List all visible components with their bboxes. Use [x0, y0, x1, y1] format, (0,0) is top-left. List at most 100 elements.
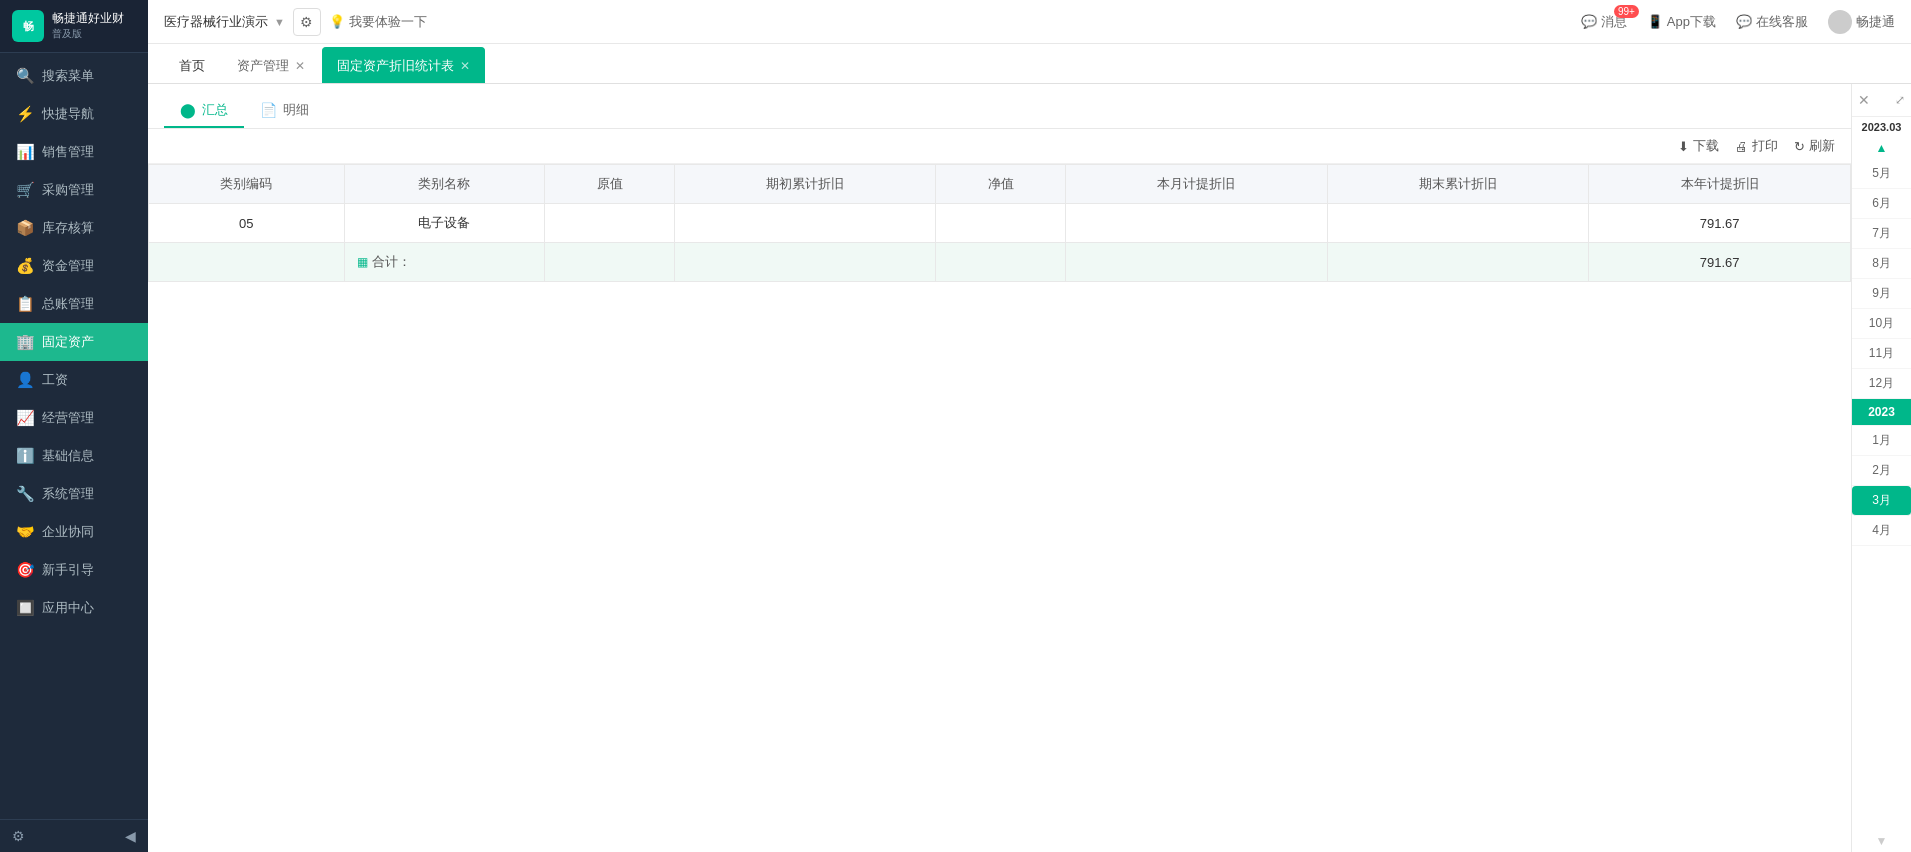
sidebar-item-inventory[interactable]: 📦 库存核算: [0, 209, 148, 247]
date-scroll-up[interactable]: ▲: [1852, 137, 1911, 159]
date-month-9[interactable]: 9月: [1852, 279, 1911, 309]
refresh-icon: ↻: [1794, 139, 1805, 154]
subtab-summary[interactable]: ⬤ 汇总: [164, 94, 244, 128]
settings-icon[interactable]: ⚙: [12, 828, 25, 844]
app-download-label: App下载: [1667, 13, 1716, 31]
subtab-bar: ⬤ 汇总 📄 明细: [148, 84, 1851, 129]
total-monthly: [1066, 243, 1328, 282]
user-menu[interactable]: 畅捷通: [1828, 10, 1895, 34]
sidebar-label-business: 经营管理: [42, 409, 94, 427]
date-month-6[interactable]: 6月: [1852, 189, 1911, 219]
depreciation-table-wrapper: 类别编码 类别名称 原值 期初累计折旧 净值 本月计提折旧 期末累计折旧 本年计…: [148, 164, 1851, 852]
topbar: 医疗器械行业演示 ▼ ⚙ 💡 我要体验一下 💬 消息 99+ 📱 App下载 💬…: [148, 0, 1911, 44]
row-net: [936, 204, 1066, 243]
col-header-original: 原值: [545, 165, 675, 204]
date-month-12[interactable]: 12月: [1852, 369, 1911, 399]
sidebar-item-guide[interactable]: 🎯 新手引导: [0, 551, 148, 589]
row-annual: 791.67: [1589, 204, 1851, 243]
date-month-8[interactable]: 8月: [1852, 249, 1911, 279]
table-header-row: 类别编码 类别名称 原值 期初累计折旧 净值 本月计提折旧 期末累计折旧 本年计…: [149, 165, 1851, 204]
date-panel: ✕ ⤢ 2023.03 ▲ 5月 6月 7月 8月 9月 10月 11月 12月…: [1851, 84, 1911, 852]
trial-button[interactable]: 💡 我要体验一下: [329, 13, 427, 31]
sidebar-logo: 畅 畅捷通好业财 普及版: [0, 0, 148, 53]
tab-fixed-depreciation-close[interactable]: ✕: [460, 59, 470, 73]
service-icon: 💬: [1736, 14, 1752, 29]
main-area: 医疗器械行业演示 ▼ ⚙ 💡 我要体验一下 💬 消息 99+ 📱 App下载 💬…: [148, 0, 1911, 852]
sidebar-item-purchase[interactable]: 🛒 采购管理: [0, 171, 148, 209]
row-original: [545, 204, 675, 243]
sidebar-item-finance[interactable]: 💰 资金管理: [0, 247, 148, 285]
collapse-sidebar-icon[interactable]: ◀: [125, 828, 136, 844]
sidebar-label-fixed-assets: 固定资产: [42, 333, 94, 351]
online-service-button[interactable]: 💬 在线客服: [1736, 13, 1808, 31]
sales-icon: 📊: [16, 143, 34, 161]
sidebar-item-fixed-assets[interactable]: 🏢 固定资产: [0, 323, 148, 361]
subtab-detail[interactable]: 📄 明细: [244, 94, 325, 128]
table-total-row: ▦ 合计： 791.67: [149, 243, 1851, 282]
sidebar-item-cooperation[interactable]: 🤝 企业协同: [0, 513, 148, 551]
sidebar-item-search[interactable]: 🔍 搜索菜单: [0, 57, 148, 95]
sidebar-label-system: 系统管理: [42, 485, 94, 503]
date-month-2[interactable]: 2月: [1852, 456, 1911, 486]
tab-fixed-depreciation[interactable]: 固定资产折旧统计表 ✕: [322, 47, 485, 83]
sidebar-item-app-center[interactable]: 🔲 应用中心: [0, 589, 148, 627]
date-year-label: 2023.03: [1852, 117, 1911, 137]
depreciation-table: 类别编码 类别名称 原值 期初累计折旧 净值 本月计提折旧 期末累计折旧 本年计…: [148, 164, 1851, 282]
refresh-button[interactable]: ↻ 刷新: [1794, 137, 1835, 155]
tab-asset-mgmt[interactable]: 资产管理 ✕: [222, 47, 320, 83]
date-scroll-down[interactable]: ▼: [1852, 830, 1911, 852]
app-center-icon: 🔲: [16, 599, 34, 617]
system-icon: 🔧: [16, 485, 34, 503]
col-header-annual: 本年计提折旧: [1589, 165, 1851, 204]
service-label: 在线客服: [1756, 13, 1808, 31]
date-panel-expand-icon[interactable]: ⤢: [1895, 93, 1905, 107]
date-month-1[interactable]: 1月: [1852, 426, 1911, 456]
total-label-cell: ▦ 合计：: [344, 243, 545, 282]
inventory-icon: 📦: [16, 219, 34, 237]
row-end-cumulative: [1327, 204, 1589, 243]
tab-asset-mgmt-close[interactable]: ✕: [295, 59, 305, 73]
company-settings-button[interactable]: ⚙: [293, 8, 321, 36]
search-icon: 🔍: [16, 67, 34, 85]
app-download-icon: 📱: [1647, 14, 1663, 29]
date-month-7[interactable]: 7月: [1852, 219, 1911, 249]
col-header-name: 类别名称: [344, 165, 545, 204]
sidebar-item-quick-nav[interactable]: ⚡ 快捷导航: [0, 95, 148, 133]
company-dropdown-arrow: ▼: [274, 16, 285, 28]
date-month-4[interactable]: 4月: [1852, 516, 1911, 546]
col-header-end-cumulative: 期末累计折旧: [1327, 165, 1589, 204]
guide-icon: 🎯: [16, 561, 34, 579]
row-cumulative: [674, 204, 936, 243]
sidebar-label-app-center: 应用中心: [42, 599, 94, 617]
sidebar-label-guide: 新手引导: [42, 561, 94, 579]
sidebar-item-system[interactable]: 🔧 系统管理: [0, 475, 148, 513]
print-label: 打印: [1752, 137, 1778, 155]
col-header-code: 类别编码: [149, 165, 345, 204]
date-month-3-active[interactable]: 3月: [1852, 486, 1911, 516]
message-button[interactable]: 💬 消息 99+: [1581, 13, 1627, 31]
company-selector[interactable]: 医疗器械行业演示 ▼: [164, 13, 285, 31]
gear-icon: ⚙: [300, 14, 313, 30]
sidebar-item-ledger[interactable]: 📋 总账管理: [0, 285, 148, 323]
tab-home[interactable]: 首页: [164, 47, 220, 83]
sidebar-item-business[interactable]: 📈 经营管理: [0, 399, 148, 437]
tab-home-label: 首页: [179, 57, 205, 75]
total-annual: 791.67: [1589, 243, 1851, 282]
date-panel-close-icon[interactable]: ✕: [1858, 92, 1870, 108]
date-month-10[interactable]: 10月: [1852, 309, 1911, 339]
col-header-net: 净值: [936, 165, 1066, 204]
content-area: ⬤ 汇总 📄 明细 ⬇ 下载 🖨 打印 ↻: [148, 84, 1911, 852]
app-logo-text: 畅捷通好业财 普及版: [52, 11, 124, 41]
sidebar-item-basic-info[interactable]: ℹ️ 基础信息: [0, 437, 148, 475]
purchase-icon: 🛒: [16, 181, 34, 199]
date-month-5[interactable]: 5月: [1852, 159, 1911, 189]
sidebar-item-payroll[interactable]: 👤 工资: [0, 361, 148, 399]
total-original: [545, 243, 675, 282]
print-button[interactable]: 🖨 打印: [1735, 137, 1778, 155]
download-button[interactable]: ⬇ 下载: [1678, 137, 1719, 155]
date-month-11[interactable]: 11月: [1852, 339, 1911, 369]
sidebar-navigation: 🔍 搜索菜单 ⚡ 快捷导航 📊 销售管理 🛒 采购管理 📦 库存核算 💰 资金管…: [0, 53, 148, 819]
row-monthly: [1066, 204, 1328, 243]
sidebar-item-sales[interactable]: 📊 销售管理: [0, 133, 148, 171]
app-download-button[interactable]: 📱 App下载: [1647, 13, 1716, 31]
